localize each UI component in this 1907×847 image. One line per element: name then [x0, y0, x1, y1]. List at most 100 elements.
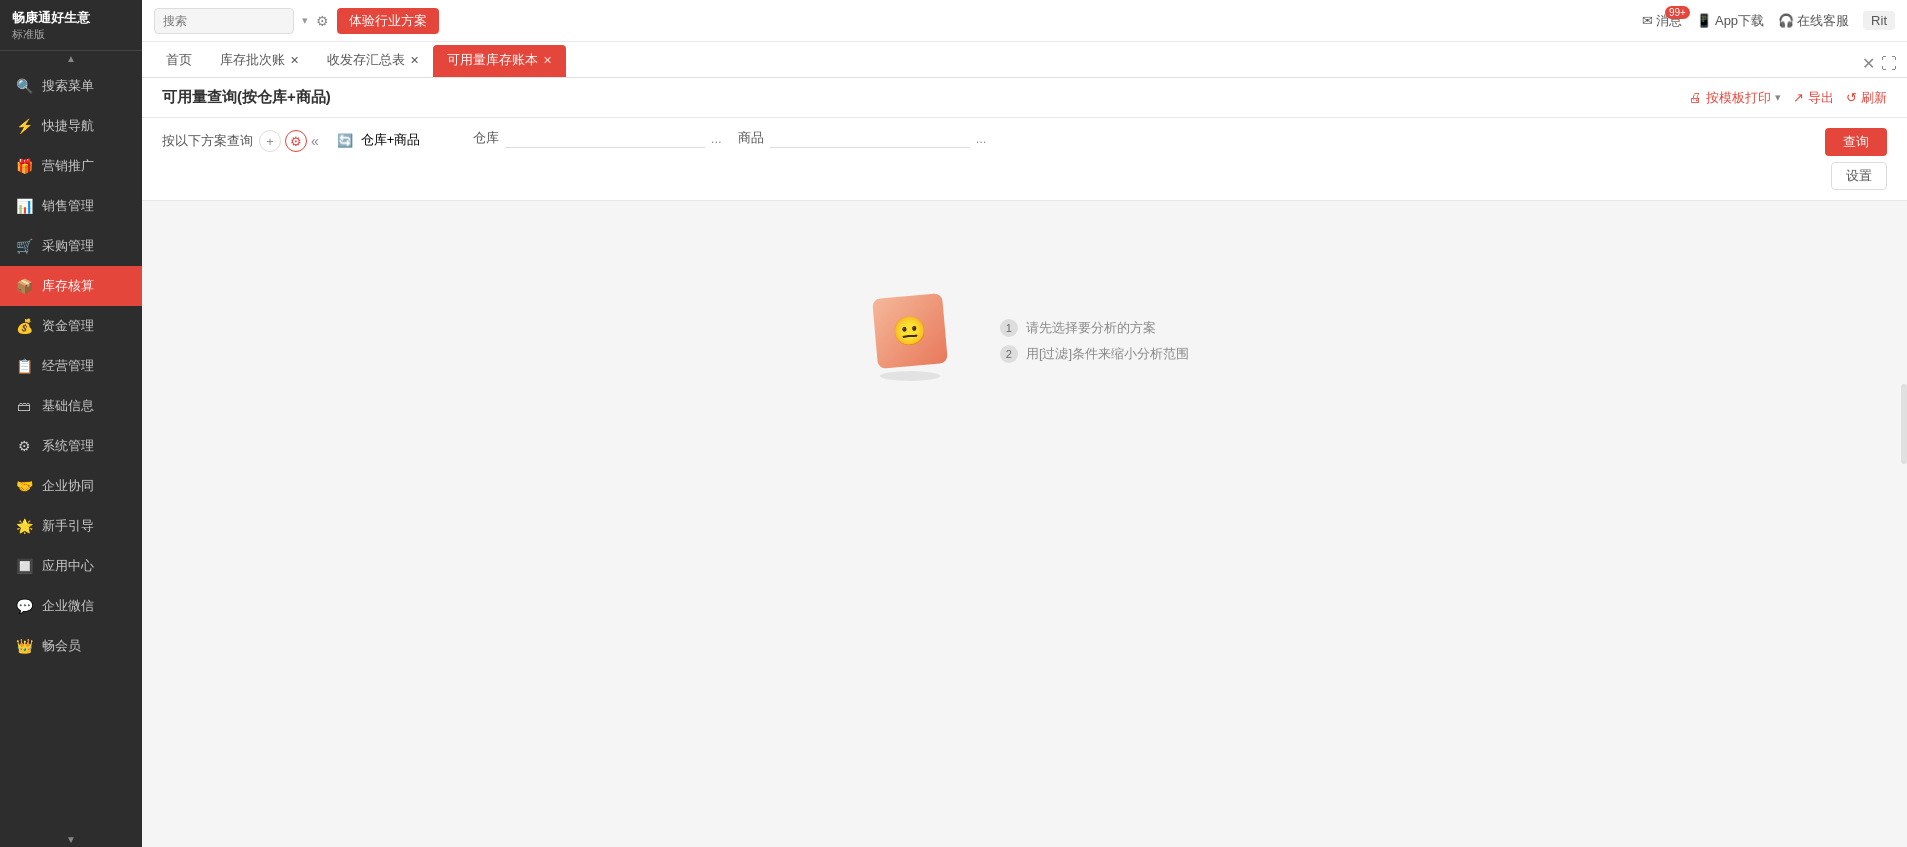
print-button[interactable]: 🖨 按模板打印 ▾ — [1689, 89, 1781, 107]
trial-industry-button[interactable]: 体验行业方案 — [337, 8, 439, 34]
scheme-settings-button[interactable]: ⚙ — [285, 130, 307, 152]
tab-close-icon[interactable]: ✕ — [410, 55, 419, 66]
product-label: 商品 — [738, 129, 764, 147]
tabbar: 首页 库存批次账 ✕ 收发存汇总表 ✕ 可用量库存账本 ✕ ✕ ⛶ — [142, 42, 1907, 78]
topbar: ▾ ⚙ 体验行业方案 ✉ 消息 99+ 📱 App下载 🎧 在线客服 Rit — [142, 0, 1907, 42]
page-title: 可用量查询(按仓库+商品) — [162, 88, 331, 107]
export-icon: ↗ — [1793, 90, 1804, 105]
sidebar-item-system[interactable]: ⚙ 系统管理 — [0, 426, 142, 466]
export-button[interactable]: ↗ 导出 — [1793, 89, 1834, 107]
dropdown-chevron-icon[interactable]: ▾ — [302, 14, 308, 27]
message-icon: ✉ — [1642, 13, 1653, 28]
scheme-item[interactable]: 🔄 仓库+商品 — [331, 128, 461, 152]
appcenter-icon: 🔲 — [14, 556, 34, 576]
empty-hint-2: 2 用[过滤]条件来缩小分析范围 — [1000, 345, 1189, 363]
inventory-icon: 📦 — [14, 276, 34, 296]
refresh-icon: ↺ — [1846, 90, 1857, 105]
sidebar-scroll-down[interactable]: ▼ — [0, 832, 142, 847]
filter-action-buttons: 查询 设置 — [1825, 128, 1887, 190]
page-header: 可用量查询(按仓库+商品) 🖨 按模板打印 ▾ ↗ 导出 ↺ 刷新 — [142, 78, 1907, 118]
sidebar-item-basic[interactable]: 🗃 基础信息 — [0, 386, 142, 426]
empty-state: 😐 1 请先选择要分析的方案 2 用[过滤]条件来缩小分析范围 — [142, 201, 1907, 481]
wechat-icon: 💬 — [14, 596, 34, 616]
basic-icon: 🗃 — [14, 396, 34, 416]
sidebar-item-inventory[interactable]: 📦 库存核算 — [0, 266, 142, 306]
sidebar-item-sales[interactable]: 📊 销售管理 — [0, 186, 142, 226]
sidebar-item-search[interactable]: 🔍 搜索菜单 — [0, 66, 142, 106]
tab-close-icon[interactable]: ✕ — [543, 55, 552, 66]
sidebar-item-label: 企业协同 — [42, 477, 94, 495]
tab-label: 可用量库存账本 — [447, 51, 538, 69]
sidebar-item-label: 销售管理 — [42, 197, 94, 215]
hint-number-1: 1 — [1000, 319, 1018, 337]
app-edition: 标准版 — [12, 27, 130, 42]
sidebar-item-purchase[interactable]: 🛒 采购管理 — [0, 226, 142, 266]
column-settings-button[interactable]: 设置 — [1831, 162, 1887, 190]
tabbar-controls: ✕ ⛶ — [1862, 54, 1897, 77]
sidebar-nav: 🔍 搜索菜单 ⚡ 快捷导航 🎁 营销推广 📊 销售管理 🛒 采购管理 📦 库存核… — [0, 66, 142, 832]
sidebar-item-appcenter[interactable]: 🔲 应用中心 — [0, 546, 142, 586]
sidebar: 畅康通好生意 标准版 ▲ 🔍 搜索菜单 ⚡ 快捷导航 🎁 营销推广 📊 销售管理… — [0, 0, 142, 847]
search-menu-icon: 🔍 — [14, 76, 34, 96]
online-service-button[interactable]: 🎧 在线客服 — [1778, 12, 1849, 30]
marketing-icon: 🎁 — [14, 156, 34, 176]
purchase-icon: 🛒 — [14, 236, 34, 256]
app-download-button[interactable]: 📱 App下载 — [1696, 12, 1764, 30]
product-field: 商品 ... — [738, 128, 987, 148]
tab-label: 库存批次账 — [220, 51, 285, 69]
query-button[interactable]: 查询 — [1825, 128, 1887, 156]
product-input[interactable] — [770, 128, 970, 148]
filter-area: 按以下方案查询 + ⚙ « 🔄 仓库+商品 仓库 ... — [142, 118, 1907, 201]
membership-icon: 👑 — [14, 636, 34, 656]
product-more-button[interactable]: ... — [976, 131, 987, 146]
sidebar-item-membership[interactable]: 👑 畅会员 — [0, 626, 142, 666]
scheme-icon: 🔄 — [335, 130, 355, 150]
add-scheme-button[interactable]: + — [259, 130, 281, 152]
tab-expand-icon[interactable]: ⛶ — [1881, 55, 1897, 73]
tab-stock-summary[interactable]: 收发存汇总表 ✕ — [313, 45, 433, 77]
tab-close-icon[interactable]: ✕ — [290, 55, 299, 66]
sidebar-item-shortcut[interactable]: ⚡ 快捷导航 — [0, 106, 142, 146]
warehouse-label: 仓库 — [473, 129, 499, 147]
headset-icon: 🎧 — [1778, 13, 1794, 28]
sidebar-item-fund[interactable]: 💰 资金管理 — [0, 306, 142, 346]
user-menu[interactable]: Rit — [1863, 11, 1895, 30]
tab-label: 收发存汇总表 — [327, 51, 405, 69]
topbar-search-box[interactable] — [154, 8, 294, 34]
box-face-icon: 😐 — [891, 313, 929, 349]
tab-available-inventory[interactable]: 可用量库存账本 ✕ — [433, 45, 566, 77]
sales-icon: 📊 — [14, 196, 34, 216]
warehouse-input[interactable] — [505, 128, 705, 148]
scheme-label: 仓库+商品 — [361, 131, 421, 149]
sidebar-item-newuser[interactable]: 🌟 新手引导 — [0, 506, 142, 546]
shortcut-icon: ⚡ — [14, 116, 34, 136]
enterprise-icon: 🤝 — [14, 476, 34, 496]
settings-icon[interactable]: ⚙ — [316, 13, 329, 29]
sidebar-item-marketing[interactable]: 🎁 营销推广 — [0, 146, 142, 186]
main-area: ▾ ⚙ 体验行业方案 ✉ 消息 99+ 📱 App下载 🎧 在线客服 Rit 首… — [142, 0, 1907, 847]
search-input[interactable] — [163, 14, 263, 28]
tab-inventory-batch[interactable]: 库存批次账 ✕ — [206, 45, 313, 77]
hint-text-2: 用[过滤]条件来缩小分析范围 — [1026, 345, 1189, 363]
message-button[interactable]: ✉ 消息 99+ — [1642, 12, 1682, 30]
tab-home[interactable]: 首页 — [152, 45, 206, 77]
tab-label: 首页 — [166, 51, 192, 69]
sidebar-item-wechat[interactable]: 💬 企业微信 — [0, 586, 142, 626]
warehouse-more-button[interactable]: ... — [711, 131, 722, 146]
sidebar-scroll-up[interactable]: ▲ — [0, 51, 142, 66]
sidebar-item-label: 采购管理 — [42, 237, 94, 255]
tab-close-all-icon[interactable]: ✕ — [1862, 54, 1875, 73]
sidebar-item-biz[interactable]: 📋 经营管理 — [0, 346, 142, 386]
collapse-filter-button[interactable]: « — [311, 133, 319, 149]
system-icon: ⚙ — [14, 436, 34, 456]
sidebar-item-enterprise[interactable]: 🤝 企业协同 — [0, 466, 142, 506]
biz-icon: 📋 — [14, 356, 34, 376]
print-dropdown-icon: ▾ — [1775, 91, 1781, 104]
sidebar-item-label: 库存核算 — [42, 277, 94, 295]
warehouse-field: 仓库 ... — [473, 128, 722, 148]
empty-hint-1: 1 请先选择要分析的方案 — [1000, 319, 1189, 337]
scrollbar[interactable] — [1901, 384, 1907, 464]
refresh-button[interactable]: ↺ 刷新 — [1846, 89, 1887, 107]
sidebar-item-label: 搜索菜单 — [42, 77, 94, 95]
hint-text-1: 请先选择要分析的方案 — [1026, 319, 1156, 337]
